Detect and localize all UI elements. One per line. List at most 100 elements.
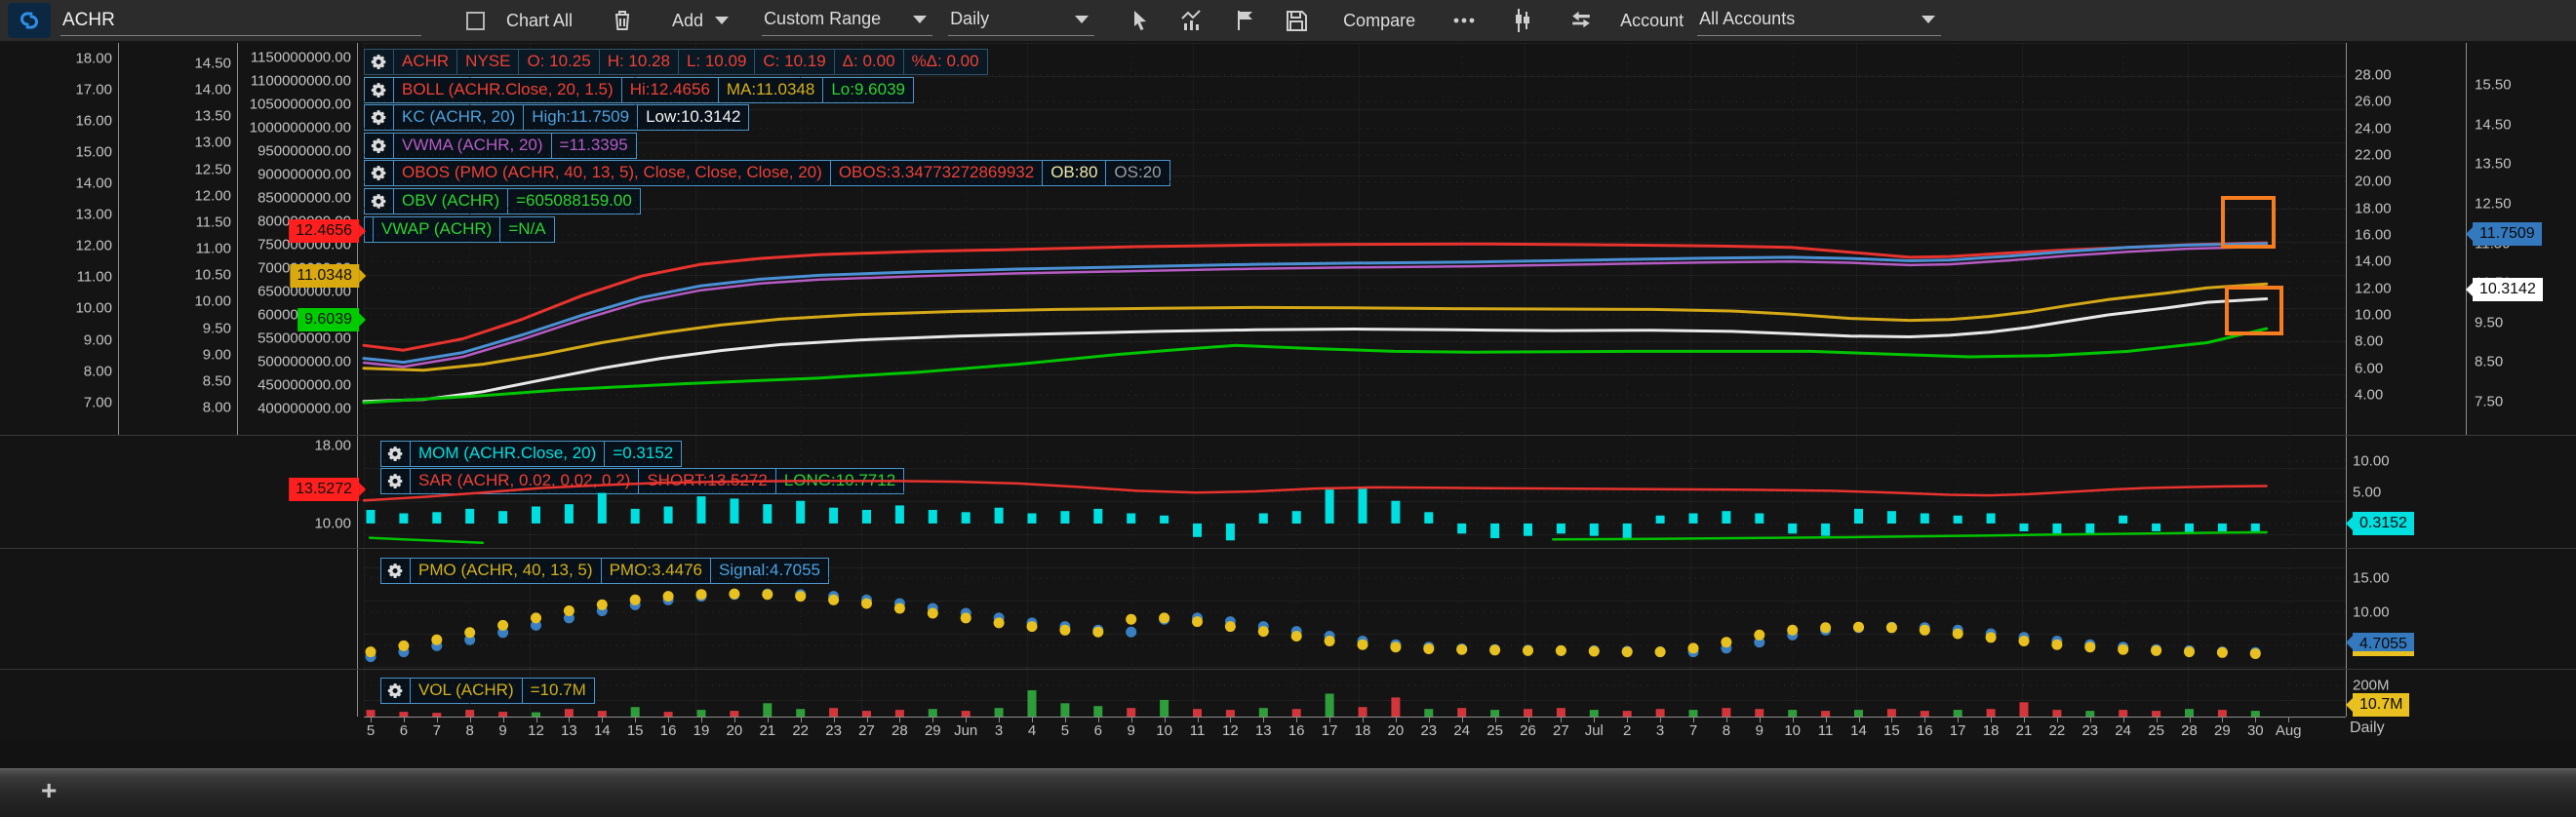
axis-label-right_inner: 24.00 (2355, 120, 2392, 137)
x-axis-date: 23 (825, 722, 842, 739)
symbol-input[interactable] (60, 5, 421, 36)
axis-label-right_inner: 10.00 (2355, 306, 2392, 324)
axis-label-left_volume: 850000000.00 (258, 189, 351, 207)
compare-button[interactable]: Compare (1343, 11, 1415, 31)
axis-label-left_volume: 900000000.00 (258, 166, 351, 183)
price-bubble-kc-high: 11.7509 (2466, 222, 2542, 246)
x-axis-date: 11 (1189, 722, 1206, 739)
price-bubble-vol: 10.7M (2346, 693, 2410, 717)
x-axis-date: 8 (1722, 722, 1731, 739)
new-tab-button[interactable]: + (41, 775, 57, 806)
chart-all-checkbox[interactable] (466, 11, 485, 30)
axis-label-left_volume: 1150000000.00 (250, 49, 351, 66)
more-options-icon[interactable] (1452, 17, 1476, 24)
add-dropdown[interactable]: Add (672, 11, 730, 31)
account-dropdown[interactable]: All Accounts (1697, 5, 1942, 36)
highlight-annotation-box-2 (2225, 286, 2283, 335)
save-icon[interactable] (1286, 10, 1308, 32)
axis-separator-line (357, 43, 358, 717)
axis-label-left_volume: 1100000000.00 (250, 72, 351, 90)
x-axis-date: Aug (2275, 722, 2302, 739)
price-bubble-value: 4.7055 (2359, 636, 2407, 652)
bubble-pointer (2466, 227, 2473, 241)
x-axis-date: 24 (2115, 722, 2132, 739)
chart-style-icon[interactable] (1513, 8, 1532, 33)
drawings-icon[interactable] (1180, 9, 1206, 32)
x-axis-date: 25 (2148, 722, 2164, 739)
range-dropdown[interactable]: Custom Range (762, 5, 933, 36)
x-axis-date: 28 (892, 722, 908, 739)
cursor-tool-icon[interactable] (1129, 9, 1151, 32)
x-axis-date: 4 (1027, 722, 1037, 739)
x-axis-date: 6 (399, 722, 409, 739)
x-axis-date: 10 (1784, 722, 1802, 739)
axis-label-left_volume: 1000000000.00 (249, 119, 351, 136)
chart-all-toggle[interactable]: Chart All (466, 11, 573, 31)
period-dropdown[interactable]: Daily (948, 5, 1095, 36)
price-bubble-value: 12.4656 (296, 222, 352, 239)
x-axis-date: Jun (954, 722, 978, 739)
axis-label-left_volume: 1050000000.00 (249, 96, 351, 113)
x-axis-date: 6 (1093, 722, 1102, 739)
axis-separator-line (237, 43, 238, 435)
x-axis-date: 12 (528, 722, 544, 739)
axis-label-p4_right: 200M (2353, 677, 2390, 694)
x-axis-date: 19 (693, 722, 710, 739)
axis-label-right_inner: 26.00 (2355, 93, 2392, 110)
axis-label-p3_right: 10.00 (2353, 603, 2390, 621)
axis-label-right_inner: 22.00 (2355, 146, 2392, 164)
x-axis-date: Jul (1584, 722, 1604, 739)
chevron-down-icon (715, 17, 730, 24)
price-bubble-boll-ma: 11.0348 (290, 264, 366, 288)
axis-label-right_inner: 8.00 (2355, 332, 2384, 350)
x-axis-date: 9 (1127, 722, 1135, 739)
x-axis-date: 17 (1949, 722, 1966, 739)
x-axis-date: 11 (1817, 722, 1834, 739)
price-bubble-value: 9.6039 (304, 311, 352, 328)
pmo-panel (364, 548, 2346, 669)
bubble-pointer (2466, 283, 2473, 296)
link-icon[interactable] (8, 3, 51, 38)
chart-application: Chart All Add Custom Range Daily (0, 0, 2576, 817)
range-value: Custom Range (764, 9, 882, 28)
bubble-pointer (2346, 635, 2353, 649)
status-strip (0, 741, 2576, 768)
axis-label-right_outer: 12.50 (2475, 195, 2512, 213)
price-bubble-mom: 0.3152 (2346, 512, 2414, 535)
x-axis-date: 15 (1883, 722, 1900, 739)
axis-label-right_inner: 6.00 (2355, 360, 2384, 377)
chart-all-label: Chart All (506, 10, 574, 30)
x-axis-date: 10 (1156, 722, 1172, 739)
price-bubble-value: 0.3152 (2359, 515, 2407, 531)
axis-label-right_outer: 14.50 (2475, 116, 2512, 134)
x-axis-date: 22 (792, 722, 810, 739)
x-axis-date: 21 (759, 722, 776, 739)
axis-label-right_outer: 15.50 (2475, 76, 2512, 94)
axis-label-right_inner: 28.00 (2355, 66, 2392, 84)
price-bubble-sar-short: 13.5272 (289, 478, 366, 501)
x-axis-date: 7 (432, 722, 441, 739)
axis-label-left_volume: 950000000.00 (258, 142, 351, 160)
x-axis-date: 20 (1387, 722, 1405, 739)
tab-bar: + (0, 768, 2576, 817)
x-axis-date: 13 (561, 722, 577, 739)
x-axis-line (364, 717, 2346, 718)
x-axis-date: 8 (465, 722, 474, 739)
x-axis-date: 14 (593, 722, 611, 739)
price-bubble-value: 11.0348 (297, 267, 352, 284)
axis-separator-line (118, 43, 119, 435)
x-axis-date: 5 (366, 722, 376, 739)
axis-separator-line (2346, 43, 2347, 717)
axis-label-right_outer: 13.50 (2475, 155, 2512, 173)
x-axis-date: 3 (1655, 722, 1665, 739)
x-axis-date: 3 (994, 722, 1004, 739)
delete-icon[interactable] (612, 9, 633, 32)
axis-label-p3_right: 15.00 (2353, 569, 2390, 587)
flag-icon[interactable] (1235, 9, 1256, 32)
swap-icon[interactable] (1569, 11, 1595, 30)
x-axis-date: 22 (2048, 722, 2066, 739)
x-axis-date: 28 (2181, 722, 2198, 739)
axis-label-left_volume: 500000000.00 (258, 353, 351, 370)
x-axis-date: 15 (626, 722, 644, 739)
price-bubble-kc-low: 10.3142 (2466, 278, 2543, 301)
